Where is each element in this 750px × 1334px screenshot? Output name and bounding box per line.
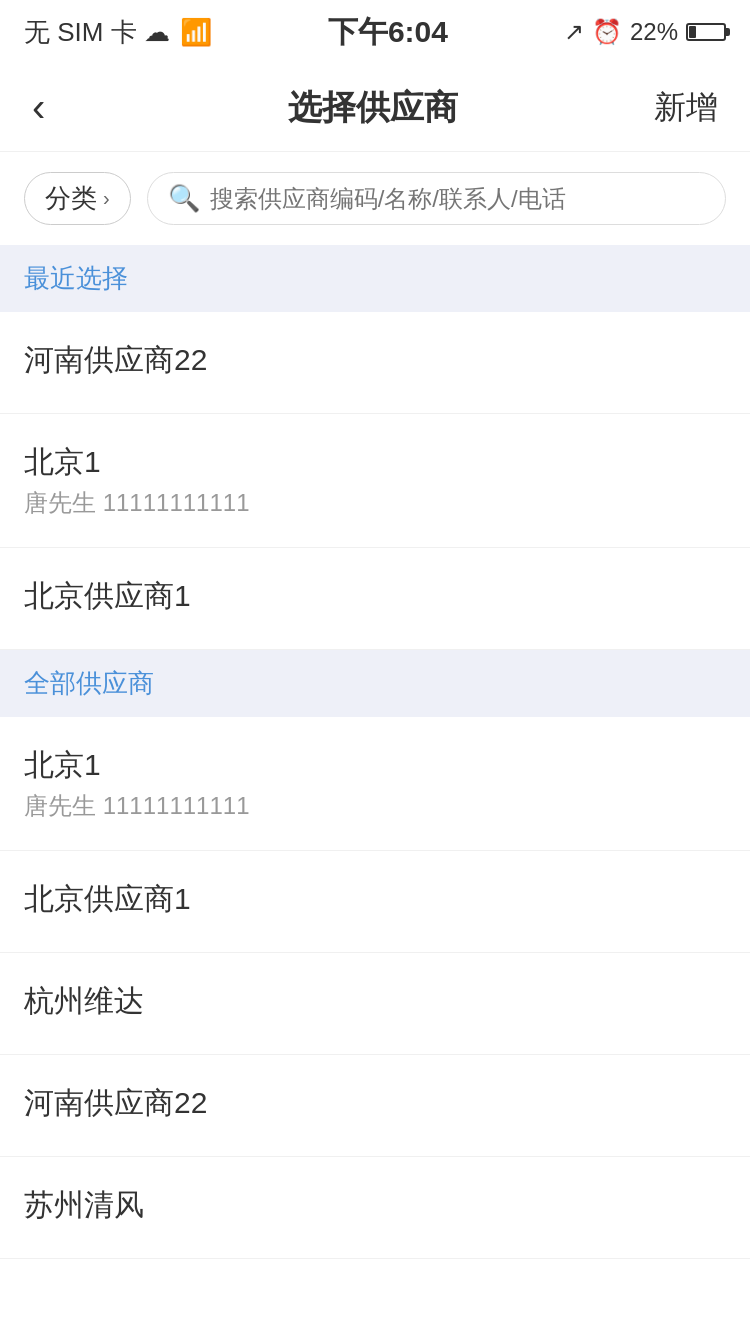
battery-icon <box>686 23 726 41</box>
alarm-icon: ⏰ <box>592 18 622 46</box>
category-label: 分类 <box>45 181 97 216</box>
item-name: 苏州清风 <box>24 1185 726 1226</box>
back-button[interactable]: ‹ <box>32 85 92 130</box>
page-title: 选择供应商 <box>288 85 458 131</box>
status-time: 下午6:04 <box>328 12 448 53</box>
all-section-header: 全部供应商 <box>0 650 750 717</box>
all-list-item[interactable]: 杭州维达 <box>0 953 750 1055</box>
item-sub: 唐先生 11111111111 <box>24 487 726 519</box>
category-filter-button[interactable]: 分类 › <box>24 172 131 225</box>
search-icon: 🔍 <box>168 183 200 214</box>
recent-items-list: 河南供应商22 北京1 唐先生 11111111111 北京供应商1 <box>0 312 750 650</box>
item-sub: 唐先生 11111111111 <box>24 790 726 822</box>
item-name: 杭州维达 <box>24 981 726 1022</box>
item-name: 河南供应商22 <box>24 340 726 381</box>
nav-bar: ‹ 选择供应商 新增 <box>0 64 750 152</box>
status-bar: 无 SIM 卡 ☁ 📶 下午6:04 ↗ ⏰ 22% <box>0 0 750 64</box>
search-input[interactable] <box>210 185 705 213</box>
status-right: ↗ ⏰ 22% <box>564 18 726 46</box>
wifi-icon: 📶 <box>180 17 212 48</box>
sim-status: 无 SIM 卡 ☁ <box>24 15 170 50</box>
item-name: 北京1 <box>24 442 726 483</box>
filter-bar: 分类 › 🔍 <box>0 152 750 245</box>
item-name: 北京供应商1 <box>24 576 726 617</box>
all-list-item[interactable]: 北京1 唐先生 11111111111 <box>0 717 750 851</box>
recent-list-item[interactable]: 北京1 唐先生 11111111111 <box>0 414 750 548</box>
all-list-item[interactable]: 苏州清风 <box>0 1157 750 1259</box>
add-new-button[interactable]: 新增 <box>654 86 718 130</box>
all-list-item[interactable]: 河南供应商22 <box>0 1055 750 1157</box>
location-icon: ↗ <box>564 18 584 46</box>
item-name: 北京1 <box>24 745 726 786</box>
battery-percent: 22% <box>630 18 678 46</box>
all-list-item[interactable]: 北京供应商1 <box>0 851 750 953</box>
item-name: 北京供应商1 <box>24 879 726 920</box>
recent-list-item[interactable]: 北京供应商1 <box>0 548 750 650</box>
status-left: 无 SIM 卡 ☁ 📶 <box>24 15 212 50</box>
item-name: 河南供应商22 <box>24 1083 726 1124</box>
recent-section-header: 最近选择 <box>0 245 750 312</box>
search-box: 🔍 <box>147 172 726 225</box>
all-items-list: 北京1 唐先生 11111111111 北京供应商1 杭州维达河南供应商22 苏州清风 <box>0 717 750 1259</box>
recent-list-item[interactable]: 河南供应商22 <box>0 312 750 414</box>
chevron-right-icon: › <box>103 187 110 210</box>
